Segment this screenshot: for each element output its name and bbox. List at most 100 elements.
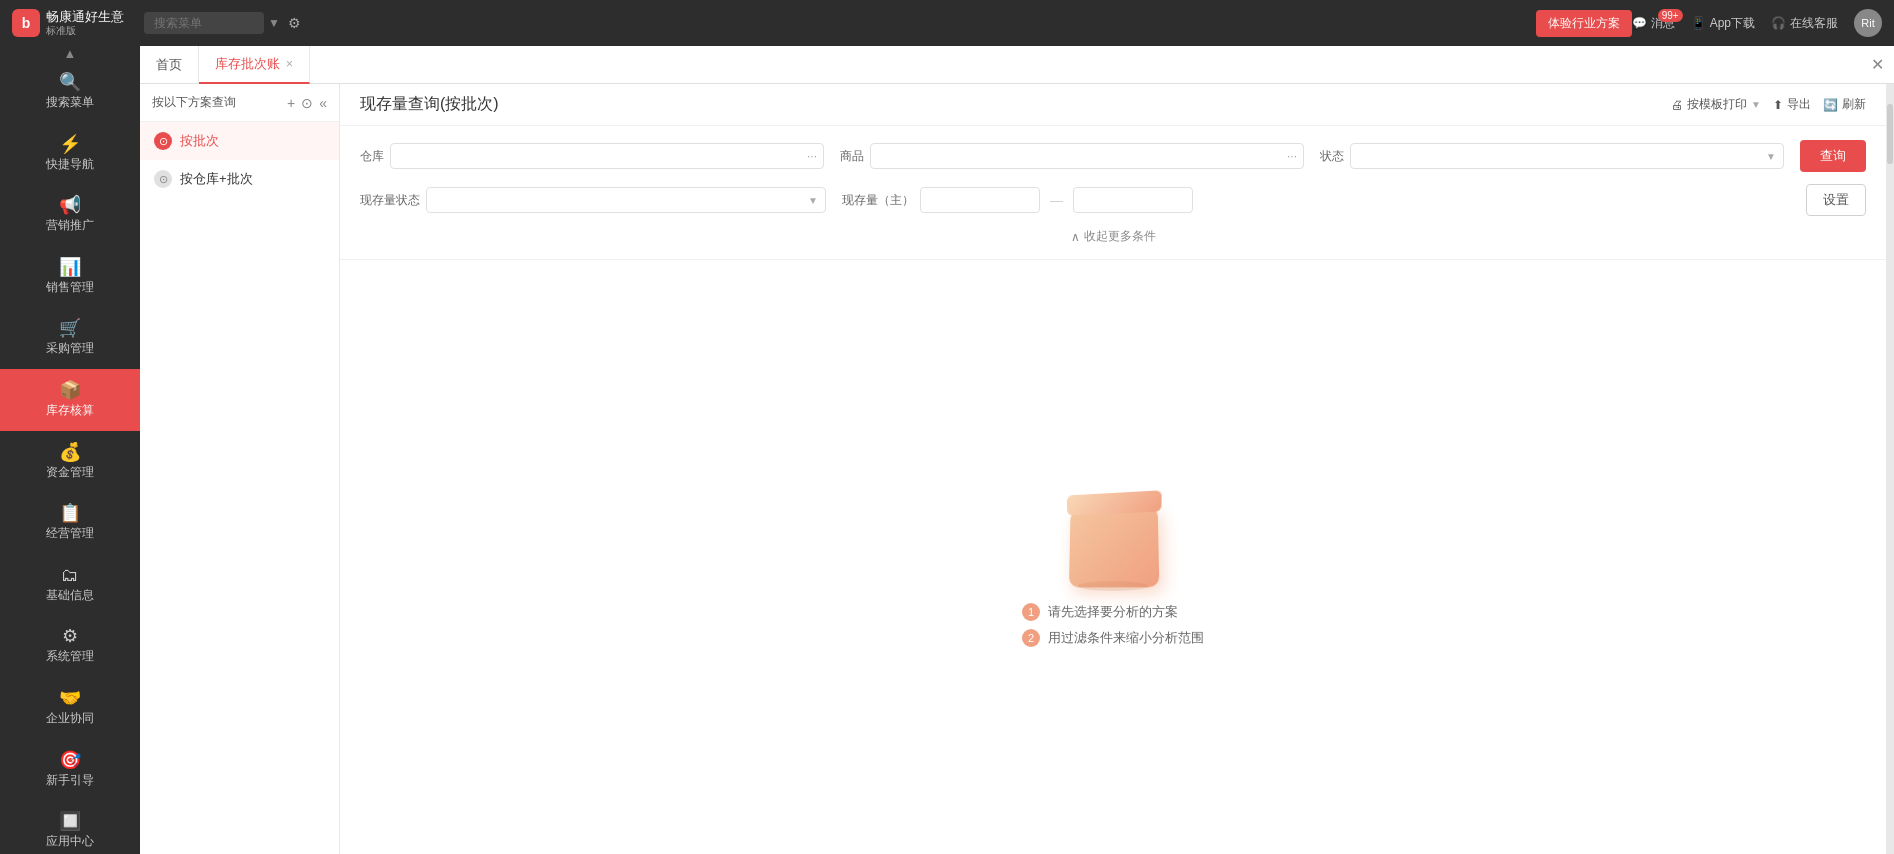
print-icon: 🖨 xyxy=(1671,98,1683,112)
page-wrapper: 按以下方案查询 + ⊙ « ⊙ 按批次 ⊙ 按仓库+批次 xyxy=(140,84,1894,854)
sidebar-label-quick-nav: 快捷导航 xyxy=(46,157,94,173)
sidebar-item-system[interactable]: ⚙ 系统管理 xyxy=(0,615,140,677)
logo-icon: b xyxy=(12,9,40,37)
settings-btn[interactable]: 设置 xyxy=(1806,184,1866,216)
app-download-label: App下载 xyxy=(1710,15,1755,32)
tab-close-btn[interactable]: × xyxy=(286,57,293,71)
filter-inventory-qty: 现存量（主） — xyxy=(842,187,1308,213)
sidebar-label-sales: 销售管理 xyxy=(46,280,94,296)
business-icon: 📋 xyxy=(59,504,81,522)
sidebar-label-purchase: 采购管理 xyxy=(46,341,94,357)
sidebar-item-purchase[interactable]: 🛒 采购管理 xyxy=(0,307,140,369)
online-service-btn[interactable]: 🎧 在线客服 xyxy=(1771,15,1838,32)
collapse-row: ∧ 收起更多条件 xyxy=(360,228,1866,245)
sidebar-label-guide: 新手引导 xyxy=(46,773,94,789)
filter-area: 仓库 ··· 商品 ··· xyxy=(340,126,1886,260)
inventory-qty-label: 现存量（主） xyxy=(842,192,914,209)
tip2-text: 用过滤条件来缩小分析范围 xyxy=(1048,629,1204,647)
search-input[interactable] xyxy=(144,12,264,34)
qty-separator: — xyxy=(1050,193,1063,208)
messages-btn[interactable]: 💬 消息 99+ xyxy=(1632,15,1675,32)
sidebar-scroll-up[interactable]: ▲ xyxy=(0,46,140,61)
query-btn[interactable]: 查询 xyxy=(1800,140,1866,172)
close-icon[interactable]: ✕ xyxy=(1871,55,1884,74)
sidebar-item-quick-nav[interactable]: ⚡ 快捷导航 xyxy=(0,123,140,185)
sidebar-item-search[interactable]: 🔍 搜索菜单 xyxy=(0,61,140,123)
warehouse-input[interactable] xyxy=(391,144,801,168)
export-btn[interactable]: ⬆ 导出 xyxy=(1773,96,1811,113)
empty-illustration xyxy=(1043,467,1183,587)
product-label: 商品 xyxy=(840,148,864,165)
left-panel-header: 按以下方案查询 + ⊙ « xyxy=(140,84,339,122)
scheme-batch-label: 按批次 xyxy=(180,132,219,150)
box-shadow xyxy=(1078,581,1148,591)
quicknav-icon: ⚡ xyxy=(59,135,81,153)
print-btn[interactable]: 🖨 按模板打印 ▼ xyxy=(1671,96,1761,113)
experience-btn[interactable]: 体验行业方案 xyxy=(1536,10,1632,37)
scheme-settings-btn[interactable]: ⊙ xyxy=(301,95,313,111)
left-panel-actions: + ⊙ « xyxy=(287,95,327,111)
inventory-qty-from[interactable] xyxy=(920,187,1040,213)
app-center-icon: 🔲 xyxy=(59,812,81,830)
status-label: 状态 xyxy=(1320,148,1344,165)
settings-icon[interactable]: ⚙ xyxy=(288,15,301,31)
warehouse-input-wrap: ··· xyxy=(390,143,824,169)
avatar: Rit xyxy=(1854,9,1882,37)
scroll-thumb xyxy=(1887,104,1893,164)
sidebar-item-guide[interactable]: 🎯 新手引导 xyxy=(0,739,140,801)
add-scheme-btn[interactable]: + xyxy=(287,95,295,111)
app-subtitle: 标准版 xyxy=(46,25,124,37)
sidebar-item-marketing[interactable]: 📢 营销推广 xyxy=(0,184,140,246)
sidebar-label-business: 经营管理 xyxy=(46,526,94,542)
status-select[interactable] xyxy=(1350,143,1784,169)
basic-info-icon: 🗂 xyxy=(61,566,79,584)
header-actions: 💬 消息 99+ 📱 App下载 🎧 在线客服 Rit xyxy=(1632,9,1882,37)
scheme-icon-warehouse-batch: ⊙ xyxy=(154,170,172,188)
inventory-qty-to[interactable] xyxy=(1073,187,1193,213)
app-title: 畅康通好生意 xyxy=(46,9,124,25)
sidebar-label-app-center: 应用中心 xyxy=(46,834,94,850)
print-dropdown-icon[interactable]: ▼ xyxy=(1751,99,1761,110)
empty-tip-2: 2 用过滤条件来缩小分析范围 xyxy=(1022,629,1204,647)
sidebar-label-marketing: 营销推广 xyxy=(46,218,94,234)
search-icon: 🔍 xyxy=(59,73,81,91)
sidebar-item-sales[interactable]: 📊 销售管理 xyxy=(0,246,140,308)
warehouse-dots-btn[interactable]: ··· xyxy=(801,149,823,163)
dropdown-icon[interactable]: ▼ xyxy=(268,16,280,30)
empty-state: 1 请先选择要分析的方案 2 用过滤条件来缩小分析范围 xyxy=(340,260,1886,854)
scheme-by-warehouse-batch[interactable]: ⊙ 按仓库+批次 xyxy=(140,160,339,198)
product-dots-btn[interactable]: ··· xyxy=(1281,149,1303,163)
scheme-warehouse-batch-label: 按仓库+批次 xyxy=(180,170,253,188)
sidebar-item-basic-info[interactable]: 🗂 基础信息 xyxy=(0,554,140,616)
tab-home[interactable]: 首页 xyxy=(140,46,199,84)
scheme-by-batch[interactable]: ⊙ 按批次 xyxy=(140,122,339,160)
refresh-btn[interactable]: 🔄 刷新 xyxy=(1823,96,1866,113)
phone-icon: 📱 xyxy=(1691,16,1706,30)
product-input[interactable] xyxy=(871,144,1281,168)
sidebar-label-system: 系统管理 xyxy=(46,649,94,665)
top-header: b 畅康通好生意 标准版 ▼ ⚙ 体验行业方案 💬 消息 99+ 📱 App下载… xyxy=(0,0,1894,46)
app-download-btn[interactable]: 📱 App下载 xyxy=(1691,15,1755,32)
inventory-status-select[interactable] xyxy=(426,187,826,213)
app-logo: b 畅康通好生意 标准版 xyxy=(12,9,124,37)
sidebar-label-search: 搜索菜单 xyxy=(46,95,94,111)
tab-inventory-batch[interactable]: 库存批次账 × xyxy=(199,46,310,84)
sales-icon: 📊 xyxy=(59,258,81,276)
export-label: 导出 xyxy=(1787,96,1811,113)
sidebar: ▲ 🔍 搜索菜单 ⚡ 快捷导航 📢 营销推广 📊 销售管理 🛒 采购管理 📦 库… xyxy=(0,46,140,854)
sidebar-item-inventory[interactable]: 📦 库存核算 xyxy=(0,369,140,431)
panel-collapse-btn[interactable]: « xyxy=(319,95,327,111)
collapse-filter-btn[interactable]: ∧ 收起更多条件 xyxy=(1071,228,1156,245)
sidebar-item-finance[interactable]: 💰 资金管理 xyxy=(0,431,140,493)
tip1-num: 1 xyxy=(1022,603,1040,621)
finance-icon: 💰 xyxy=(59,443,81,461)
user-avatar[interactable]: Rit xyxy=(1854,9,1882,37)
right-scrollbar[interactable] xyxy=(1886,84,1894,854)
sidebar-item-business[interactable]: 📋 经营管理 xyxy=(0,492,140,554)
sidebar-item-cooperation[interactable]: 🤝 企业协同 xyxy=(0,677,140,739)
box-lid xyxy=(1067,490,1162,515)
sidebar-item-app-center[interactable]: 🔲 应用中心 xyxy=(0,800,140,854)
logo-text: 畅康通好生意 标准版 xyxy=(46,9,124,37)
warehouse-label: 仓库 xyxy=(360,148,384,165)
left-panel: 按以下方案查询 + ⊙ « ⊙ 按批次 ⊙ 按仓库+批次 xyxy=(140,84,340,854)
